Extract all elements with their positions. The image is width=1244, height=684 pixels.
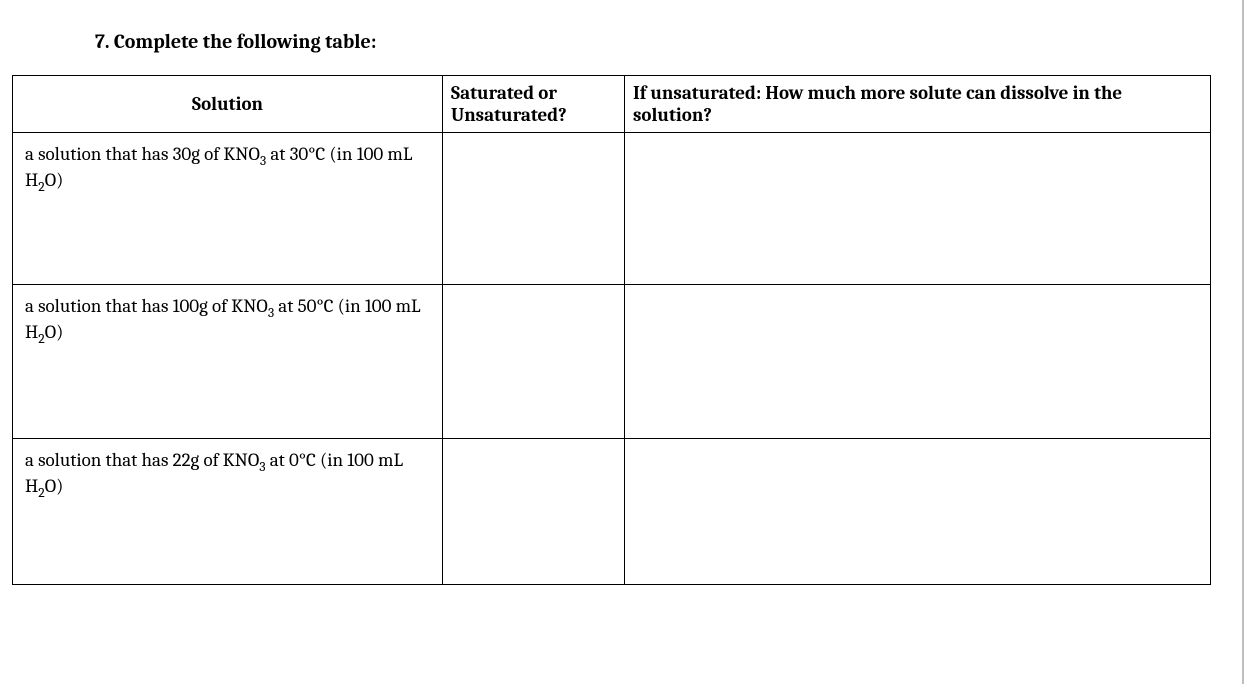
table-row: a solution that has 30g of KNO3 at 30°C … xyxy=(13,133,1211,285)
cell-solution: a solution that has 22g of KNO3 at 0°C (… xyxy=(13,439,443,585)
solution-table: Solution Saturated or Unsaturated? If un… xyxy=(12,75,1211,585)
solution-text-suffix: O) xyxy=(45,321,64,343)
solution-text-suffix: O) xyxy=(45,475,64,497)
solution-text-suffix: O) xyxy=(45,169,64,191)
table-row: a solution that has 100g of KNO3 at 50°C… xyxy=(13,285,1211,439)
question-number: 7. xyxy=(95,30,109,53)
cell-more[interactable] xyxy=(625,285,1211,439)
cell-saturated[interactable] xyxy=(443,285,625,439)
header-more: If unsaturated: How much more solute can… xyxy=(625,76,1211,133)
cell-saturated[interactable] xyxy=(443,133,625,285)
cell-solution: a solution that has 100g of KNO3 at 50°C… xyxy=(13,285,443,439)
cell-more[interactable] xyxy=(625,133,1211,285)
solution-text-prefix: a solution that has 30g of KNO xyxy=(25,143,260,165)
header-solution: Solution xyxy=(13,76,443,133)
table-header-row: Solution Saturated or Unsaturated? If un… xyxy=(13,76,1211,133)
cell-more[interactable] xyxy=(625,439,1211,585)
cell-solution: a solution that has 30g of KNO3 at 30°C … xyxy=(13,133,443,285)
question-prompt: Complete the following table: xyxy=(114,30,376,53)
solution-text-prefix: a solution that has 100g of KNO xyxy=(25,295,268,317)
cell-saturated[interactable] xyxy=(443,439,625,585)
solution-text-prefix: a solution that has 22g of KNO xyxy=(25,449,259,471)
header-saturated: Saturated or Unsaturated? xyxy=(443,76,625,133)
question-heading: 7. Complete the following table: xyxy=(95,30,1234,53)
table-row: a solution that has 22g of KNO3 at 0°C (… xyxy=(13,439,1211,585)
